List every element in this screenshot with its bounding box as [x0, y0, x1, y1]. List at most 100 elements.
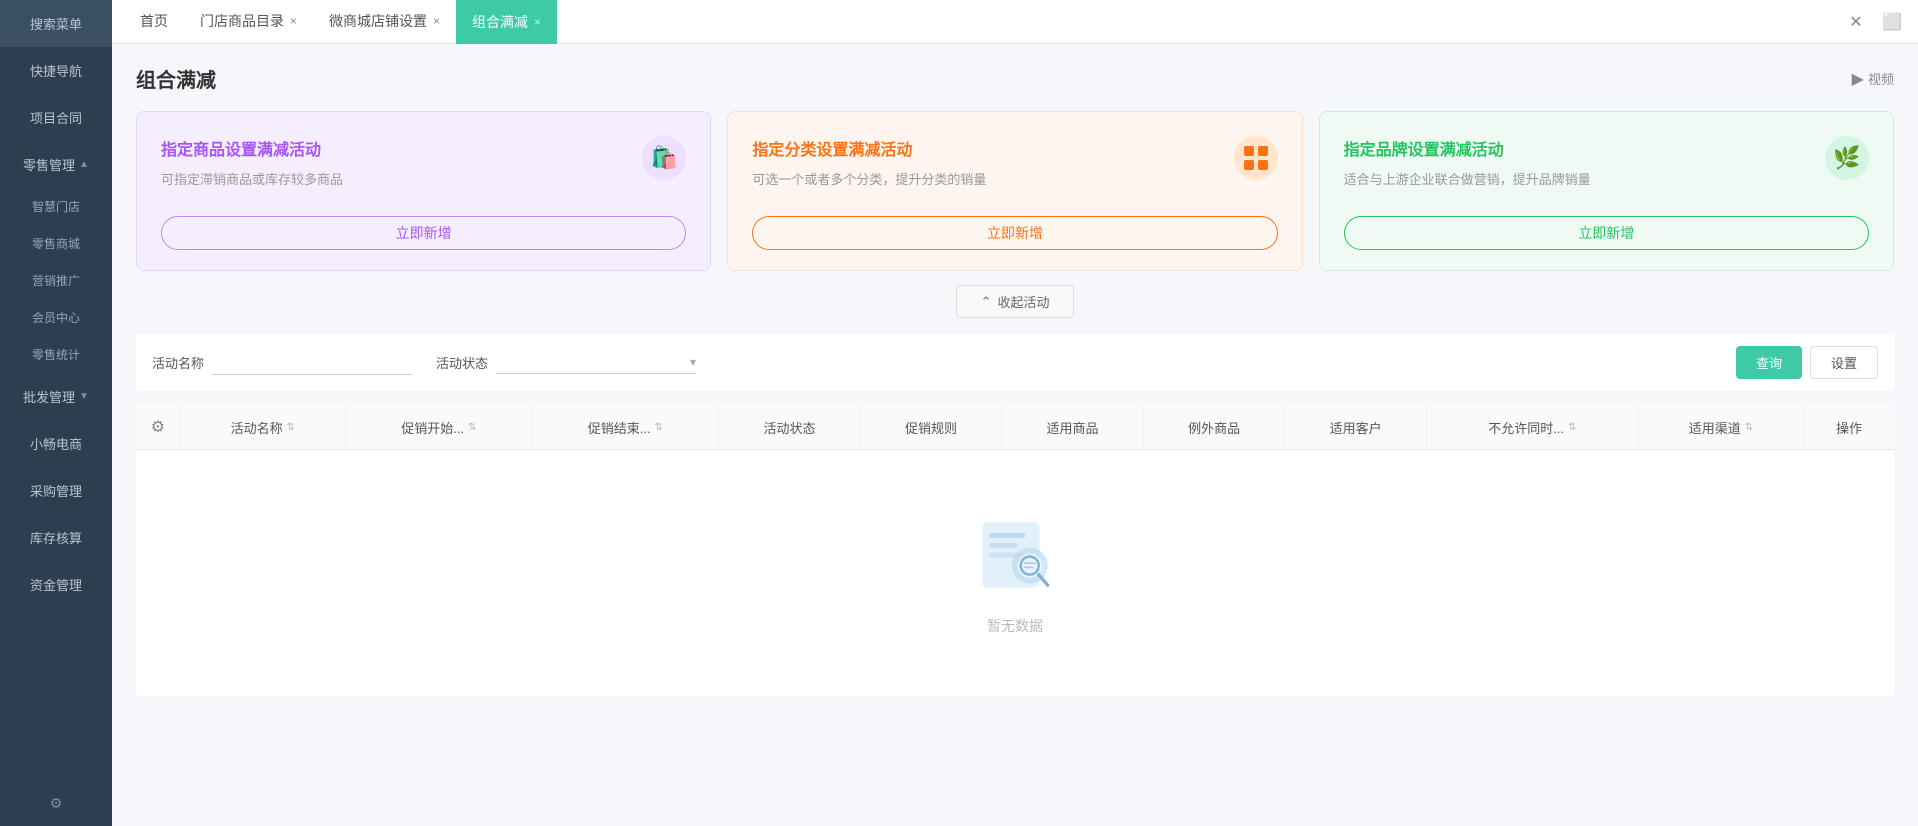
- goods-card: 🛍️ 指定商品设置满减活动 可指定滞销商品或库存较多商品 立即新增: [136, 111, 711, 271]
- activity-name-label: 活动名称: [152, 353, 204, 372]
- tab-close-combo-discount[interactable]: ×: [534, 15, 541, 29]
- chevron-up-icon: ▲: [79, 159, 89, 170]
- th-promo-rule: 促销规则: [860, 405, 1002, 450]
- sidebar-item-smart-store[interactable]: 智慧门店: [0, 188, 112, 225]
- sidebar-item-marketing[interactable]: 营销推广: [0, 262, 112, 299]
- brand-card-icon: 🌿: [1825, 136, 1869, 180]
- th-applicable-goods: 适用商品: [1002, 405, 1144, 450]
- chevron-up-icon: ⌃: [981, 294, 992, 310]
- brand-card-desc: 适合与上游企业联合做营销，提升品牌销量: [1344, 170, 1869, 200]
- sidebar-item-search-menu[interactable]: 搜索菜单: [0, 0, 112, 47]
- sidebar-item-purchase-management[interactable]: 采购管理: [0, 467, 112, 514]
- empty-state-text: 暂无数据: [987, 616, 1043, 636]
- activity-table: ⚙ 活动名称 ⇅ 促销开始... ⇅: [136, 405, 1894, 696]
- sidebar-item-label: 批发管理: [23, 387, 75, 406]
- brand-card-title: 指定品牌设置满减活动: [1344, 136, 1869, 160]
- th-settings[interactable]: ⚙: [136, 405, 180, 450]
- goods-card-add-button[interactable]: 立即新增: [161, 216, 686, 250]
- page-title: 组合满减: [136, 64, 216, 93]
- main-content: 首页 门店商品目录 × 微商城店铺设置 × 组合满减 × ✕ ⬜ 组合满减: [112, 0, 1918, 826]
- sidebar-item-label: 搜索菜单: [30, 14, 82, 33]
- th-no-concurrent: 不允许同时... ⇅: [1426, 405, 1638, 450]
- empty-state: 暂无数据: [136, 450, 1894, 696]
- th-promo-start: 促销开始... ⇅: [346, 405, 533, 450]
- video-link[interactable]: ▶ 视频: [1852, 69, 1894, 89]
- category-card-desc: 可选一个或者多个分类，提升分类的销量: [752, 170, 1277, 200]
- play-circle-icon: ▶: [1852, 69, 1864, 89]
- sort-icon: ⇅: [287, 422, 295, 433]
- sidebar-item-quick-nav[interactable]: 快捷导航: [0, 47, 112, 94]
- maximize-window-button[interactable]: ⬜: [1878, 8, 1906, 36]
- tab-store-catalog[interactable]: 门店商品目录 ×: [184, 0, 313, 44]
- th-promo-end: 促销结束... ⇅: [532, 405, 719, 450]
- collapse-activity-button[interactable]: ⌃ 收起活动: [956, 285, 1075, 318]
- category-card-add-button[interactable]: 立即新增: [752, 216, 1277, 250]
- tab-close-store-catalog[interactable]: ×: [290, 14, 297, 28]
- filter-row: 活动名称 活动状态 ▾ 查询 设置: [136, 334, 1894, 391]
- goods-card-icon: 🛍️: [642, 136, 686, 180]
- sidebar-item-label: 零售统计: [32, 346, 80, 363]
- tab-close-wechat-settings[interactable]: ×: [433, 14, 440, 28]
- brand-card: 🌿 指定品牌设置满减活动 适合与上游企业联合做营销，提升品牌销量 立即新增: [1319, 111, 1894, 271]
- sort-icon: ⇅: [1568, 422, 1576, 433]
- th-applicable-customers: 适用客户: [1285, 405, 1427, 450]
- sidebar-item-retail-management[interactable]: 零售管理 ▲: [0, 141, 112, 188]
- sidebar-item-label: 小畅电商: [30, 434, 82, 453]
- category-card-title: 指定分类设置满减活动: [752, 136, 1277, 160]
- chevron-down-icon: ▼: [79, 391, 89, 402]
- activity-status-filter: 活动状态 ▾: [436, 351, 696, 374]
- filter-actions: 查询 设置: [1736, 346, 1878, 379]
- tab-wechat-settings[interactable]: 微商城店铺设置 ×: [313, 0, 456, 44]
- sidebar-item-wholesale-management[interactable]: 批发管理 ▼: [0, 373, 112, 420]
- gear-icon: ⚙: [151, 419, 165, 436]
- sidebar-item-label: 资金管理: [30, 575, 82, 594]
- empty-state-icon: [965, 510, 1065, 600]
- sidebar-item-label: 营销推广: [32, 272, 80, 289]
- tab-combo-discount[interactable]: 组合满减 ×: [456, 0, 557, 44]
- page-content-area: 组合满减 ▶ 视频 🛍️ 指定商品设置满减活动 可指定滞销商品或库存较多商品 立…: [112, 44, 1918, 826]
- topbar: 首页 门店商品目录 × 微商城店铺设置 × 组合满减 × ✕ ⬜: [112, 0, 1918, 44]
- tab-home[interactable]: 首页: [124, 0, 184, 44]
- close-window-button[interactable]: ✕: [1842, 8, 1870, 36]
- sidebar-item-funds-management[interactable]: 资金管理: [0, 561, 112, 608]
- category-card-icon: [1234, 136, 1278, 180]
- sidebar-item-retail-mall[interactable]: 零售商城: [0, 225, 112, 262]
- th-activity-name: 活动名称 ⇅: [180, 405, 346, 450]
- sidebar-settings-icon[interactable]: ⚙: [0, 781, 112, 826]
- th-operations: 操作: [1804, 405, 1894, 450]
- sort-icon: ⇅: [1745, 422, 1753, 433]
- query-button[interactable]: 查询: [1736, 346, 1802, 379]
- sidebar-item-member-center[interactable]: 会员中心: [0, 299, 112, 336]
- activity-status-select[interactable]: ▾: [496, 351, 696, 374]
- sidebar-item-label: 采购管理: [30, 481, 82, 500]
- sort-icon: ⇅: [655, 422, 663, 433]
- brand-card-add-button[interactable]: 立即新增: [1344, 216, 1869, 250]
- sidebar-item-inventory-calc[interactable]: 库存核算: [0, 514, 112, 561]
- sidebar-item-label: 库存核算: [30, 528, 82, 547]
- topbar-window-controls: ✕ ⬜: [1842, 8, 1906, 36]
- category-card: 指定分类设置满减活动 可选一个或者多个分类，提升分类的销量 立即新增: [727, 111, 1302, 271]
- th-activity-status: 活动状态: [719, 405, 861, 450]
- sidebar-item-label: 会员中心: [32, 309, 80, 326]
- sidebar: 搜索菜单 快捷导航 项目合同 零售管理 ▲ 智慧门店 零售商城 营销推广 会员中…: [0, 0, 112, 826]
- sidebar-item-label: 快捷导航: [30, 61, 82, 80]
- th-excluded-goods: 例外商品: [1143, 405, 1285, 450]
- sort-icon: ⇅: [468, 422, 476, 433]
- page-title-row: 组合满减 ▶ 视频: [136, 64, 1894, 93]
- sidebar-item-label: 零售管理: [23, 155, 75, 174]
- sidebar-item-project-contract[interactable]: 项目合同: [0, 94, 112, 141]
- setting-button[interactable]: 设置: [1810, 346, 1878, 379]
- activity-name-filter: 活动名称: [152, 351, 412, 375]
- activity-name-input[interactable]: [212, 351, 412, 375]
- activity-status-label: 活动状态: [436, 353, 488, 372]
- sidebar-item-label: 智慧门店: [32, 198, 80, 215]
- th-applicable-channel: 适用渠道 ⇅: [1638, 405, 1804, 450]
- table-body: 暂无数据: [136, 450, 1894, 697]
- sidebar-item-label: 零售商城: [32, 235, 80, 252]
- sidebar-item-retail-stats[interactable]: 零售统计: [0, 336, 112, 373]
- dropdown-arrow-icon: ▾: [690, 355, 696, 369]
- sidebar-item-label: 项目合同: [30, 108, 82, 127]
- goods-card-desc: 可指定滞销商品或库存较多商品: [161, 170, 686, 200]
- data-table: ⚙ 活动名称 ⇅ 促销开始... ⇅: [136, 405, 1894, 696]
- sidebar-item-xiaochangec[interactable]: 小畅电商: [0, 420, 112, 467]
